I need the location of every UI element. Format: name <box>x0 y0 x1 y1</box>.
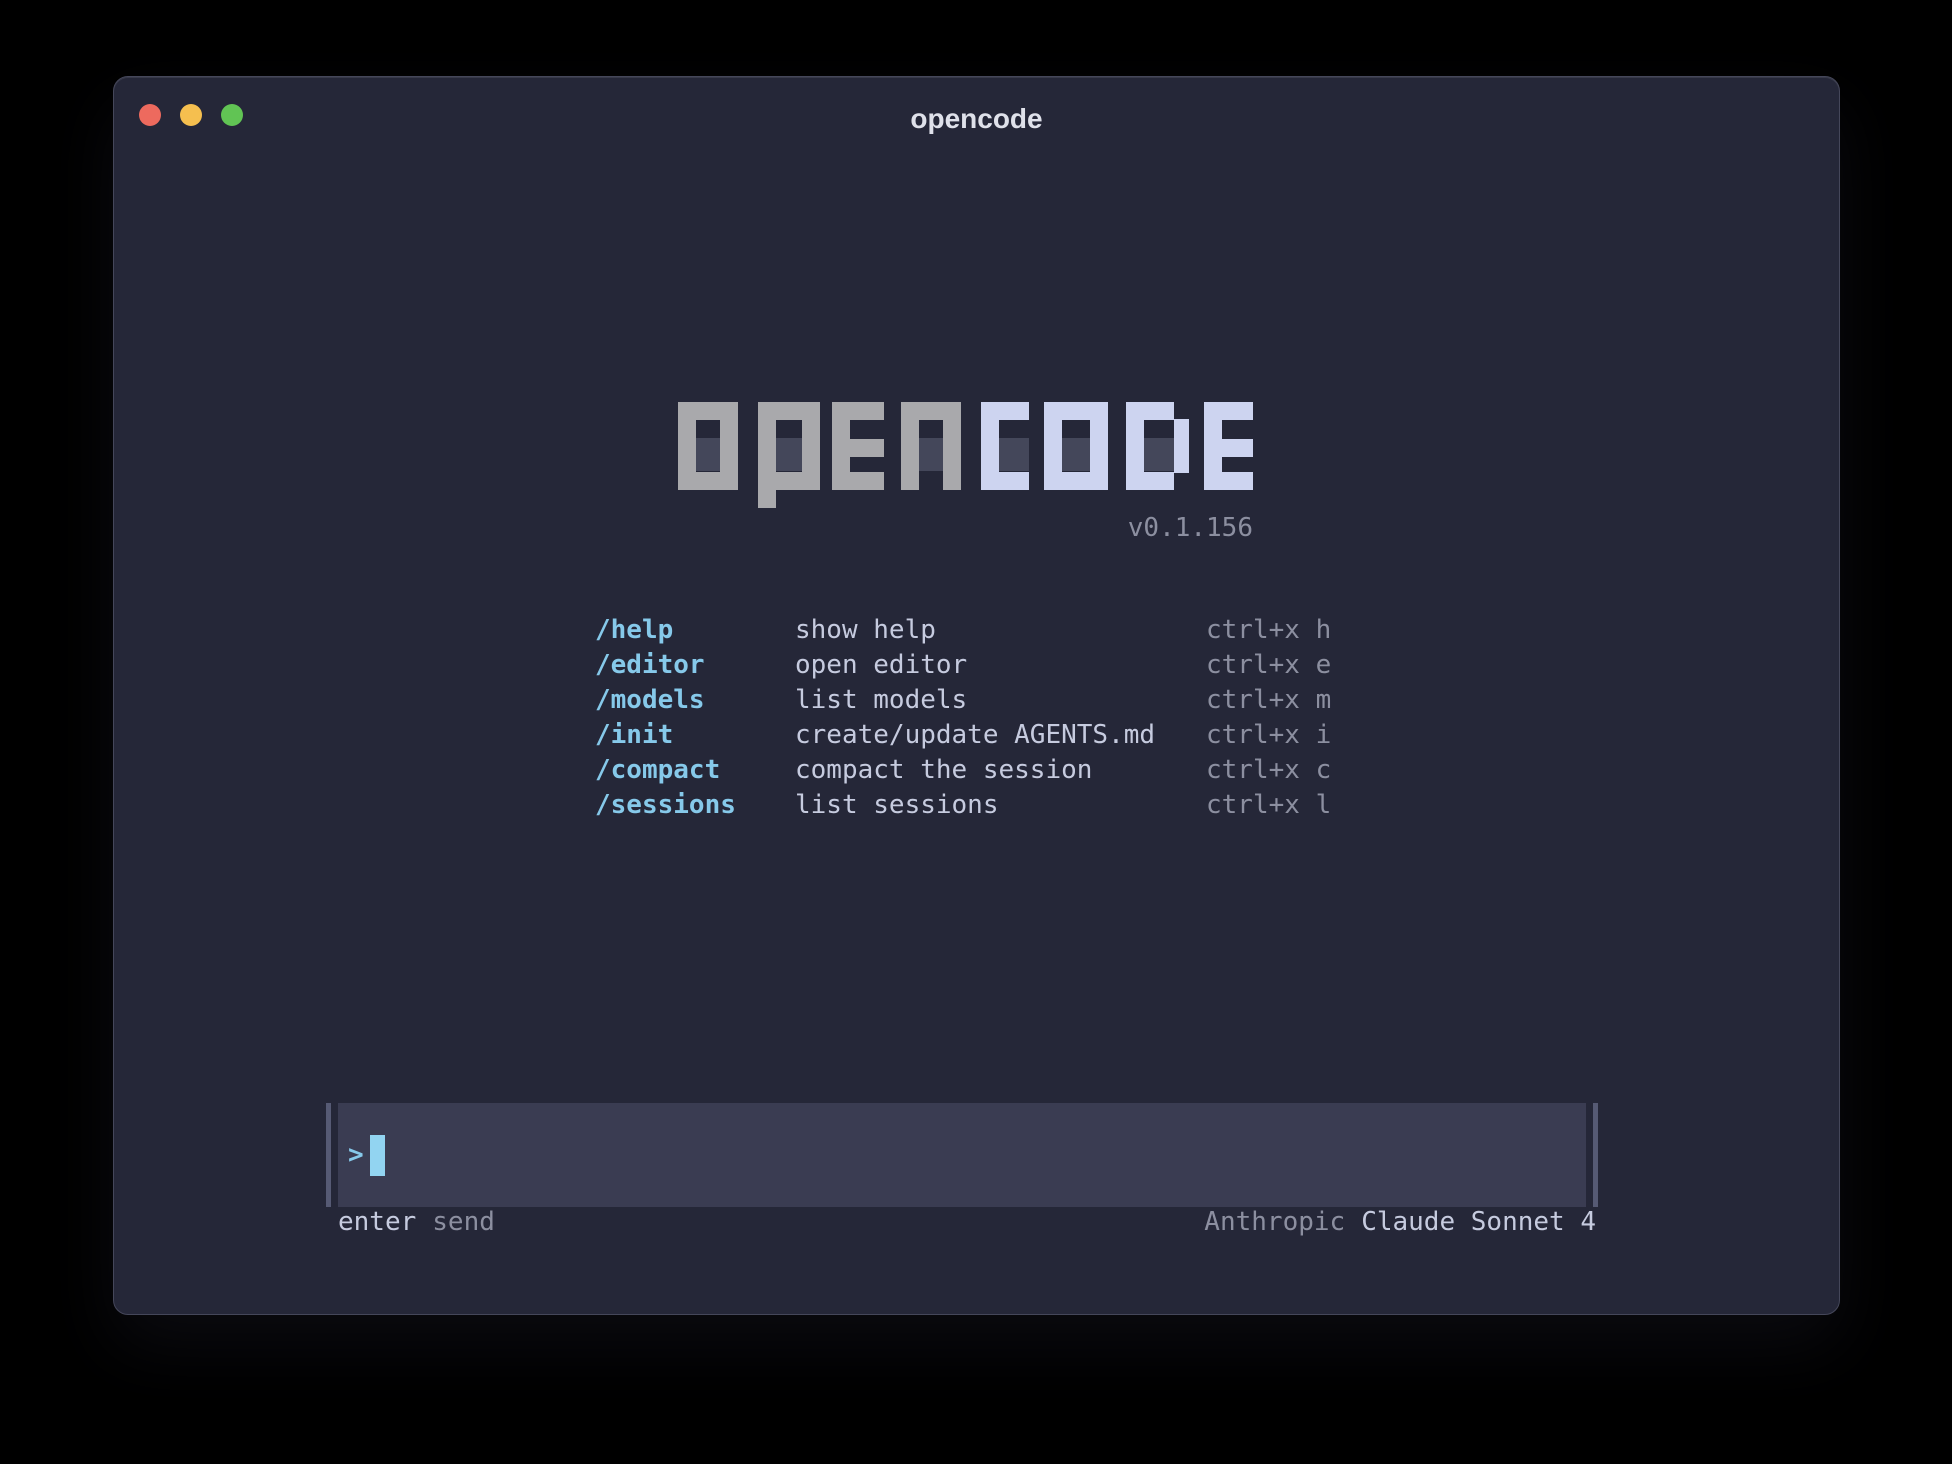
model-name-label: Claude Sonnet 4 <box>1361 1205 1596 1240</box>
model-provider-label: Anthropic <box>1204 1205 1345 1240</box>
command-shortcut: ctrl+x e <box>1206 648 1331 683</box>
command-description: open editor <box>795 648 1206 683</box>
window-title: opencode <box>114 104 1839 134</box>
command-row-editor[interactable]: /editor open editor ctrl+x e <box>595 648 1495 683</box>
command-name: /help <box>595 613 795 648</box>
command-list: /help show help ctrl+x h /editor open ed… <box>595 613 1495 823</box>
version-label: v0.1.156 <box>678 511 1253 546</box>
command-description: list sessions <box>795 788 1206 823</box>
command-shortcut: ctrl+x m <box>1206 683 1331 718</box>
send-action-label: send <box>432 1205 495 1240</box>
enter-key-label: enter <box>338 1205 416 1240</box>
command-row-init[interactable]: /init create/update AGENTS.md ctrl+x i <box>595 718 1495 753</box>
command-name: /models <box>595 683 795 718</box>
command-description: create/update AGENTS.md <box>795 718 1206 753</box>
opencode-logo <box>678 402 1253 508</box>
model-indicator[interactable]: Anthropic Claude Sonnet 4 <box>1204 1205 1596 1240</box>
command-name: /editor <box>595 648 795 683</box>
command-shortcut: ctrl+x h <box>1206 613 1331 648</box>
command-description: compact the session <box>795 753 1206 788</box>
keybinding-hint: enter send <box>338 1205 495 1240</box>
command-row-compact[interactable]: /compact compact the session ctrl+x c <box>595 753 1495 788</box>
text-cursor <box>370 1135 385 1176</box>
command-shortcut: ctrl+x i <box>1206 718 1331 753</box>
command-name: /sessions <box>595 788 795 823</box>
status-bar: enter send Anthropic Claude Sonnet 4 <box>338 1205 1596 1240</box>
command-description: list models <box>795 683 1206 718</box>
command-row-models[interactable]: /models list models ctrl+x m <box>595 683 1495 718</box>
input-left-edge <box>326 1103 331 1207</box>
command-shortcut: ctrl+x c <box>1206 753 1331 788</box>
command-row-sessions[interactable]: /sessions list sessions ctrl+x l <box>595 788 1495 823</box>
command-description: show help <box>795 613 1206 648</box>
command-name: /init <box>595 718 795 753</box>
input-right-edge <box>1593 1103 1598 1207</box>
prompt-symbol: > <box>348 1140 364 1170</box>
opencode-window: opencode <box>113 76 1840 1315</box>
command-shortcut: ctrl+x l <box>1206 788 1331 823</box>
command-name: /compact <box>595 753 795 788</box>
logo-word-open <box>678 402 961 508</box>
command-row-help[interactable]: /help show help ctrl+x h <box>595 613 1495 648</box>
prompt-input[interactable]: > <box>338 1103 1586 1207</box>
